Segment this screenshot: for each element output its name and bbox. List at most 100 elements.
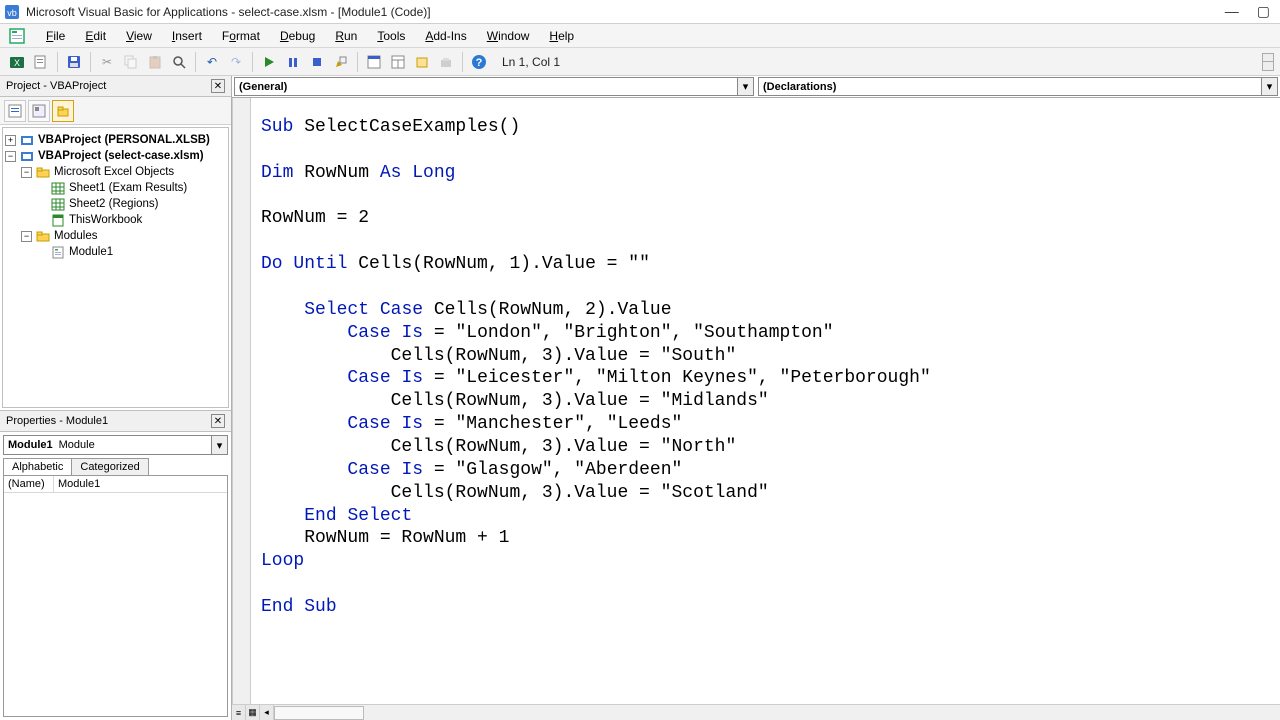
project-explorer-title-bar: Project - VBAProject ✕	[0, 76, 231, 97]
menu-edit[interactable]: Edit	[75, 26, 116, 46]
tree-sheet2[interactable]: Sheet2 (Regions)	[5, 196, 226, 212]
menu-insert[interactable]: Insert	[162, 26, 212, 46]
cursor-position-status: Ln 1, Col 1	[502, 55, 560, 69]
main-toolbar: X ✂ ↶ ↷ ? Ln 1, Col 1	[0, 48, 1280, 76]
property-value[interactable]: Module1	[54, 476, 227, 492]
project-icon	[20, 133, 34, 147]
properties-grid[interactable]: (Name) Module1	[3, 475, 228, 717]
tab-alphabetic[interactable]: Alphabetic	[3, 458, 72, 475]
undo-icon[interactable]: ↶	[201, 51, 223, 73]
properties-pane: Properties - Module1 ✕ Module1 Module ▾ …	[0, 410, 231, 720]
menu-window[interactable]: Window	[477, 26, 540, 46]
window-title: Microsoft Visual Basic for Applications …	[26, 5, 1225, 19]
horizontal-scrollbar-thumb[interactable]	[274, 706, 364, 720]
properties-title: Properties - Module1	[6, 415, 108, 427]
code-editor[interactable]: Sub SelectCaseExamples() Dim RowNum As L…	[251, 98, 1280, 704]
scroll-left-button[interactable]: ◂	[260, 705, 274, 720]
dropdown-arrow-icon[interactable]: ▾	[1261, 78, 1277, 95]
code-window: (General) ▾ (Declarations) ▾ Sub SelectC…	[232, 76, 1280, 720]
collapse-toggle-icon[interactable]: −	[21, 231, 32, 242]
dropdown-arrow-icon[interactable]: ▾	[737, 78, 753, 95]
object-browser-icon[interactable]	[411, 51, 433, 73]
module-icon	[51, 245, 65, 259]
code-header-dropdowns: (General) ▾ (Declarations) ▾	[232, 76, 1280, 98]
tree-sheet1[interactable]: Sheet1 (Exam Results)	[5, 180, 226, 196]
workbook-icon	[51, 213, 65, 227]
main-area: Project - VBAProject ✕ + VBAProject (PER…	[0, 76, 1280, 720]
left-docked-panes: Project - VBAProject ✕ + VBAProject (PER…	[0, 76, 232, 720]
view-object-icon[interactable]	[28, 100, 50, 122]
project-explorer-close-button[interactable]: ✕	[211, 79, 225, 93]
cut-icon[interactable]: ✂	[96, 51, 118, 73]
code-body-wrap: Sub SelectCaseExamples() Dim RowNum As L…	[232, 98, 1280, 704]
folder-icon	[36, 165, 50, 179]
collapse-toggle-icon[interactable]: −	[5, 151, 16, 162]
properties-close-button[interactable]: ✕	[211, 414, 225, 428]
minimize-button[interactable]: —	[1225, 3, 1239, 20]
view-code-icon[interactable]	[4, 100, 26, 122]
stop-icon[interactable]	[306, 51, 328, 73]
properties-object-selector[interactable]: Module1 Module ▾	[3, 435, 228, 455]
vba-app-icon: vb	[4, 4, 20, 20]
toolbar-end-spinner	[1262, 53, 1274, 71]
insert-module-icon[interactable]	[30, 51, 52, 73]
maximize-button[interactable]: ▢	[1257, 3, 1270, 20]
run-icon[interactable]	[258, 51, 280, 73]
save-icon[interactable]	[63, 51, 85, 73]
module-window-icon	[8, 27, 26, 45]
tree-thisworkbook[interactable]: ThisWorkbook	[5, 212, 226, 228]
toggle-folders-icon[interactable]	[52, 100, 74, 122]
help-icon[interactable]: ?	[468, 51, 490, 73]
title-bar: vb Microsoft Visual Basic for Applicatio…	[0, 0, 1280, 24]
svg-text:vb: vb	[7, 8, 17, 18]
menu-run[interactable]: Run	[325, 26, 367, 46]
window-controls: — ▢	[1225, 3, 1276, 20]
svg-text:X: X	[14, 58, 20, 68]
tree-project-personal[interactable]: + VBAProject (PERSONAL.XLSB)	[5, 132, 226, 148]
properties-title-bar: Properties - Module1 ✕	[0, 411, 231, 432]
dropdown-arrow-icon[interactable]: ▾	[211, 436, 227, 454]
code-margin-indicator-bar[interactable]	[233, 98, 251, 704]
project-icon	[20, 149, 34, 163]
pause-icon[interactable]	[282, 51, 304, 73]
tree-folder-excel-objects[interactable]: − Microsoft Excel Objects	[5, 164, 226, 180]
menu-view[interactable]: View	[116, 26, 162, 46]
procedure-view-button[interactable]: ≡	[232, 705, 246, 720]
worksheet-icon	[51, 197, 65, 211]
menu-help[interactable]: Help	[539, 26, 584, 46]
project-explorer-toolbar	[0, 97, 231, 125]
view-excel-icon[interactable]: X	[6, 51, 28, 73]
tree-folder-modules[interactable]: − Modules	[5, 228, 226, 244]
copy-icon[interactable]	[120, 51, 142, 73]
procedure-dropdown[interactable]: (Declarations) ▾	[758, 77, 1278, 96]
property-name: (Name)	[4, 476, 54, 492]
tree-module1[interactable]: Module1	[5, 244, 226, 260]
menu-file[interactable]: File	[36, 26, 75, 46]
object-dropdown[interactable]: (General) ▾	[234, 77, 754, 96]
collapse-toggle-icon[interactable]: −	[21, 167, 32, 178]
project-tree[interactable]: + VBAProject (PERSONAL.XLSB) − VBAProjec…	[2, 127, 229, 408]
toolbox-icon[interactable]	[435, 51, 457, 73]
tab-categorized[interactable]: Categorized	[71, 458, 148, 475]
folder-icon	[36, 229, 50, 243]
find-icon[interactable]	[168, 51, 190, 73]
full-module-view-button[interactable]: ▦	[246, 705, 260, 720]
menu-tools[interactable]: Tools	[367, 26, 415, 46]
menu-bar: FileEditViewInsertFormatDebugRunToolsAdd…	[0, 24, 1280, 48]
code-footer: ≡ ▦ ◂	[232, 704, 1280, 720]
property-row[interactable]: (Name) Module1	[4, 476, 227, 493]
svg-text:?: ?	[476, 57, 483, 69]
properties-window-icon[interactable]	[387, 51, 409, 73]
menu-debug[interactable]: Debug	[270, 26, 325, 46]
expand-toggle-icon[interactable]: +	[5, 135, 16, 146]
worksheet-icon	[51, 181, 65, 195]
project-explorer-title: Project - VBAProject	[6, 80, 106, 92]
design-mode-icon[interactable]	[330, 51, 352, 73]
paste-icon[interactable]	[144, 51, 166, 73]
properties-tabs: Alphabetic Categorized	[3, 458, 228, 475]
menu-addins[interactable]: Add-Ins	[415, 26, 476, 46]
redo-icon[interactable]: ↷	[225, 51, 247, 73]
tree-project-selectcase[interactable]: − VBAProject (select-case.xlsm)	[5, 148, 226, 164]
menu-format[interactable]: Format	[212, 26, 270, 46]
project-explorer-icon[interactable]	[363, 51, 385, 73]
